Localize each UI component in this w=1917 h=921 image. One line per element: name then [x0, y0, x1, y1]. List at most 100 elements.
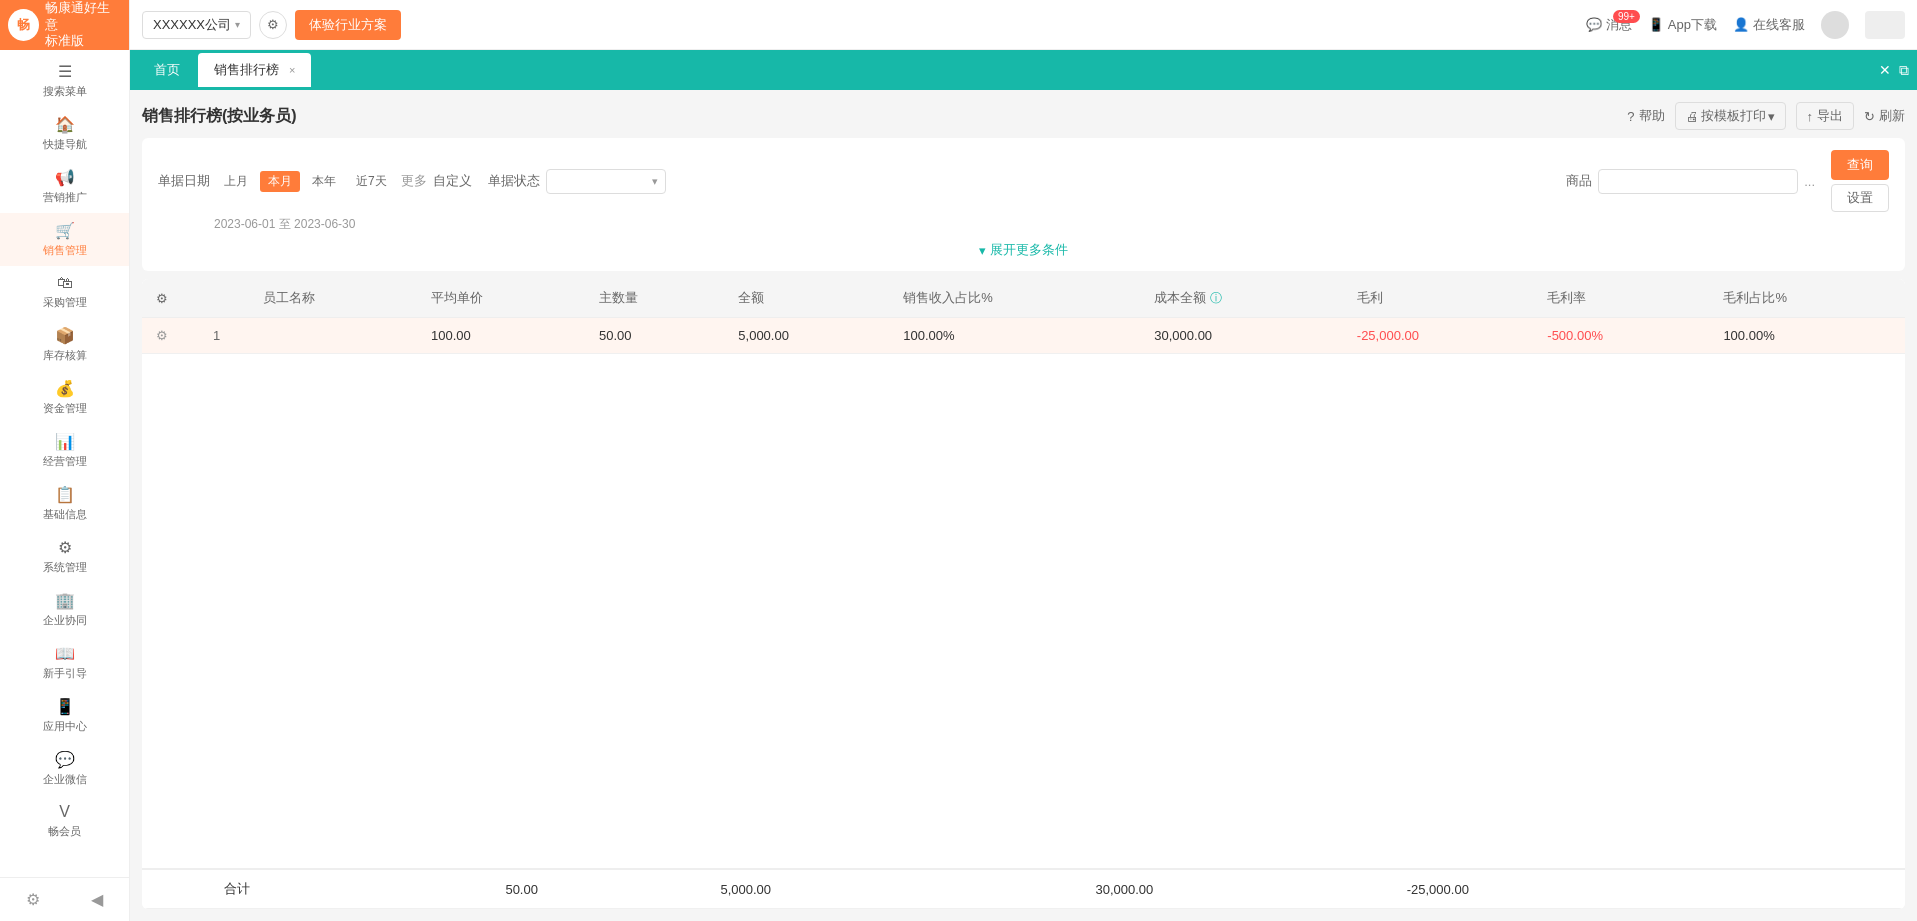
message-badge: 99+ [1613, 10, 1640, 23]
purchase-icon: 🛍 [57, 274, 73, 292]
wechat-icon: 💬 [55, 750, 75, 769]
sidebar-item-wechat[interactable]: 💬 企业微信 [0, 742, 129, 795]
date-tab-上月[interactable]: 上月 [216, 171, 256, 192]
col-rank [182, 279, 251, 318]
company-name: XXXXXX公司 [153, 16, 231, 34]
sidebar: 畅 畅康通好生意 标准版 ☰ 搜索菜单 🏠 快捷导航 📢 营销推广 🛒 销售管理… [0, 0, 130, 921]
print-button[interactable]: 🖨 按模板打印 ▾ [1675, 102, 1786, 130]
settings-button[interactable]: 设置 [1831, 184, 1889, 212]
sales-icon: 🛒 [55, 221, 75, 240]
member-icon: V [59, 803, 70, 821]
app-download-label: App下载 [1668, 16, 1717, 34]
col-main-qty: 主数量 [587, 279, 726, 318]
goods-input[interactable] [1598, 169, 1798, 194]
date-filter-label: 单据日期 [158, 172, 210, 190]
app-center-icon: 📱 [55, 697, 75, 716]
refresh-button[interactable]: ↻ 刷新 [1864, 107, 1905, 125]
tab-close-icon[interactable]: × [289, 64, 295, 76]
export-icon: ↑ [1807, 109, 1814, 124]
user-avatar[interactable] [1821, 11, 1849, 39]
expand-filters-btn[interactable]: ▾ 展开更多条件 [158, 241, 1889, 259]
col-cost: 成本全额 ⓘ [1142, 279, 1345, 318]
date-tab-本年[interactable]: 本年 [304, 171, 344, 192]
sidebar-item-operations[interactable]: 📊 经营管理 [0, 424, 129, 477]
help-button[interactable]: ? 帮助 [1627, 107, 1664, 125]
row-main-qty: 50.00 [587, 318, 726, 354]
table-body: ⚙ 1 100.00 50.00 5,000.00 100.00% 30,000… [142, 318, 1905, 354]
sidebar-item-app-center[interactable]: 📱 应用中心 [0, 689, 129, 742]
status-select[interactable] [546, 169, 666, 194]
date-filter: 单据日期 上月本月本年近7天 更多 自定义 [158, 171, 472, 192]
restore-window-icon[interactable]: ⧉ [1899, 62, 1909, 79]
row-total: 5,000.00 [726, 318, 891, 354]
sidebar-item-search[interactable]: ☰ 搜索菜单 [0, 54, 129, 107]
date-tab-本月[interactable]: 本月 [260, 171, 300, 192]
footer-total: 5,000.00 [708, 869, 992, 909]
footer-gross-ratio [1814, 869, 1905, 909]
page-title: 销售排行榜(按业务员) [142, 106, 297, 127]
finance-label: 资金管理 [43, 401, 87, 416]
user-name-area[interactable] [1865, 11, 1905, 39]
col-gross-ratio: 毛利占比% [1711, 279, 1905, 318]
footer-sales-ratio [992, 869, 1083, 909]
inventory-label: 库存核算 [43, 348, 87, 363]
sidebar-item-system[interactable]: ⚙ 系统管理 [0, 530, 129, 583]
refresh-icon: ↻ [1864, 109, 1875, 124]
topbar: XXXXXX公司 ▾ ⚙ 体验行业方案 💬 消息 99+ 📱 App下载 👤 在… [130, 0, 1917, 50]
topbar-settings-btn[interactable]: ⚙ [259, 11, 287, 39]
close-window-icon[interactable]: ✕ [1879, 62, 1891, 79]
custom-date-btn[interactable]: 自定义 [433, 172, 472, 190]
date-tabs: 上月本月本年近7天 [216, 171, 395, 192]
sidebar-item-member[interactable]: V 畅会员 [0, 795, 129, 847]
sidebar-item-sales[interactable]: 🛒 销售管理 [0, 213, 129, 266]
table-row: ⚙ 1 100.00 50.00 5,000.00 100.00% 30,000… [142, 318, 1905, 354]
date-range-display: 2023-06-01 至 2023-06-30 [214, 216, 1889, 233]
row-gross-rate: -500.00% [1535, 318, 1711, 354]
sidebar-bottom: ⚙ ◀ [0, 877, 129, 921]
col-employee: 员工名称 [251, 279, 419, 318]
sidebar-item-guide[interactable]: 📖 新手引导 [0, 636, 129, 689]
footer-total-label: 合计 [212, 869, 402, 909]
status-filter: 单据状态 [488, 169, 666, 194]
tabbar: 首页 销售排行榜 × ✕ ⧉ [130, 50, 1917, 90]
date-tab-近7天[interactable]: 近7天 [348, 171, 395, 192]
page-actions: ? 帮助 🖨 按模板打印 ▾ ↑ 导出 ↻ 刷新 [1627, 102, 1905, 130]
sidebar-collapse-btn[interactable]: ◀ [87, 886, 107, 913]
online-service-group[interactable]: 👤 在线客服 [1733, 16, 1805, 34]
more-dates-btn[interactable]: 更多 [401, 172, 427, 190]
sidebar-item-purchase[interactable]: 🛍 采购管理 [0, 266, 129, 318]
table-footer: 合计 50.00 5,000.00 30,000.00 -25,000.00 [142, 868, 1905, 909]
print-dropdown-icon: ▾ [1768, 109, 1775, 124]
logo-text: 畅康通好生意 标准版 [45, 0, 121, 50]
company-selector[interactable]: XXXXXX公司 ▾ [142, 11, 251, 39]
app-download-group[interactable]: 📱 App下载 [1648, 16, 1717, 34]
message-group[interactable]: 💬 消息 99+ [1586, 16, 1632, 34]
sidebar-settings-btn[interactable]: ⚙ [22, 886, 44, 913]
col-sales-ratio: 销售收入占比% [891, 279, 1142, 318]
data-table: ⚙ 员工名称 平均单价 主数量 全额 销售收入占比% 成本全额 ⓘ 毛利 毛利率… [142, 279, 1905, 354]
sidebar-item-inventory[interactable]: 📦 库存核算 [0, 318, 129, 371]
trial-button[interactable]: 体验行业方案 [295, 10, 401, 40]
query-button[interactable]: 查询 [1831, 150, 1889, 180]
export-button[interactable]: ↑ 导出 [1796, 102, 1855, 130]
footer-avg-price [402, 869, 493, 909]
service-label: 在线客服 [1753, 16, 1805, 34]
topbar-right: 💬 消息 99+ 📱 App下载 👤 在线客服 [1586, 11, 1905, 39]
gear-icon: ⚙ [267, 17, 279, 32]
sidebar-item-marketing[interactable]: 📢 营销推广 [0, 160, 129, 213]
marketing-label: 营销推广 [43, 190, 87, 205]
tab-home[interactable]: 首页 [138, 53, 196, 87]
sidebar-item-enterprise[interactable]: 🏢 企业协同 [0, 583, 129, 636]
marketing-icon: 📢 [55, 168, 75, 187]
finance-icon: 💰 [55, 379, 75, 398]
sidebar-item-finance[interactable]: 💰 资金管理 [0, 371, 129, 424]
row-settings-cell[interactable]: ⚙ [142, 318, 182, 354]
goods-more-icon[interactable]: ... [1804, 174, 1815, 189]
col-gross: 毛利 [1345, 279, 1535, 318]
sidebar-item-basic-info[interactable]: 📋 基础信息 [0, 477, 129, 530]
filter-area: 单据日期 上月本月本年近7天 更多 自定义 单据状态 [142, 138, 1905, 271]
sidebar-item-quick-nav[interactable]: 🏠 快捷导航 [0, 107, 129, 160]
col-settings[interactable]: ⚙ [142, 279, 182, 318]
tab-sales-ranking[interactable]: 销售排行榜 × [198, 53, 311, 87]
footer-main-qty: 50.00 [493, 869, 708, 909]
